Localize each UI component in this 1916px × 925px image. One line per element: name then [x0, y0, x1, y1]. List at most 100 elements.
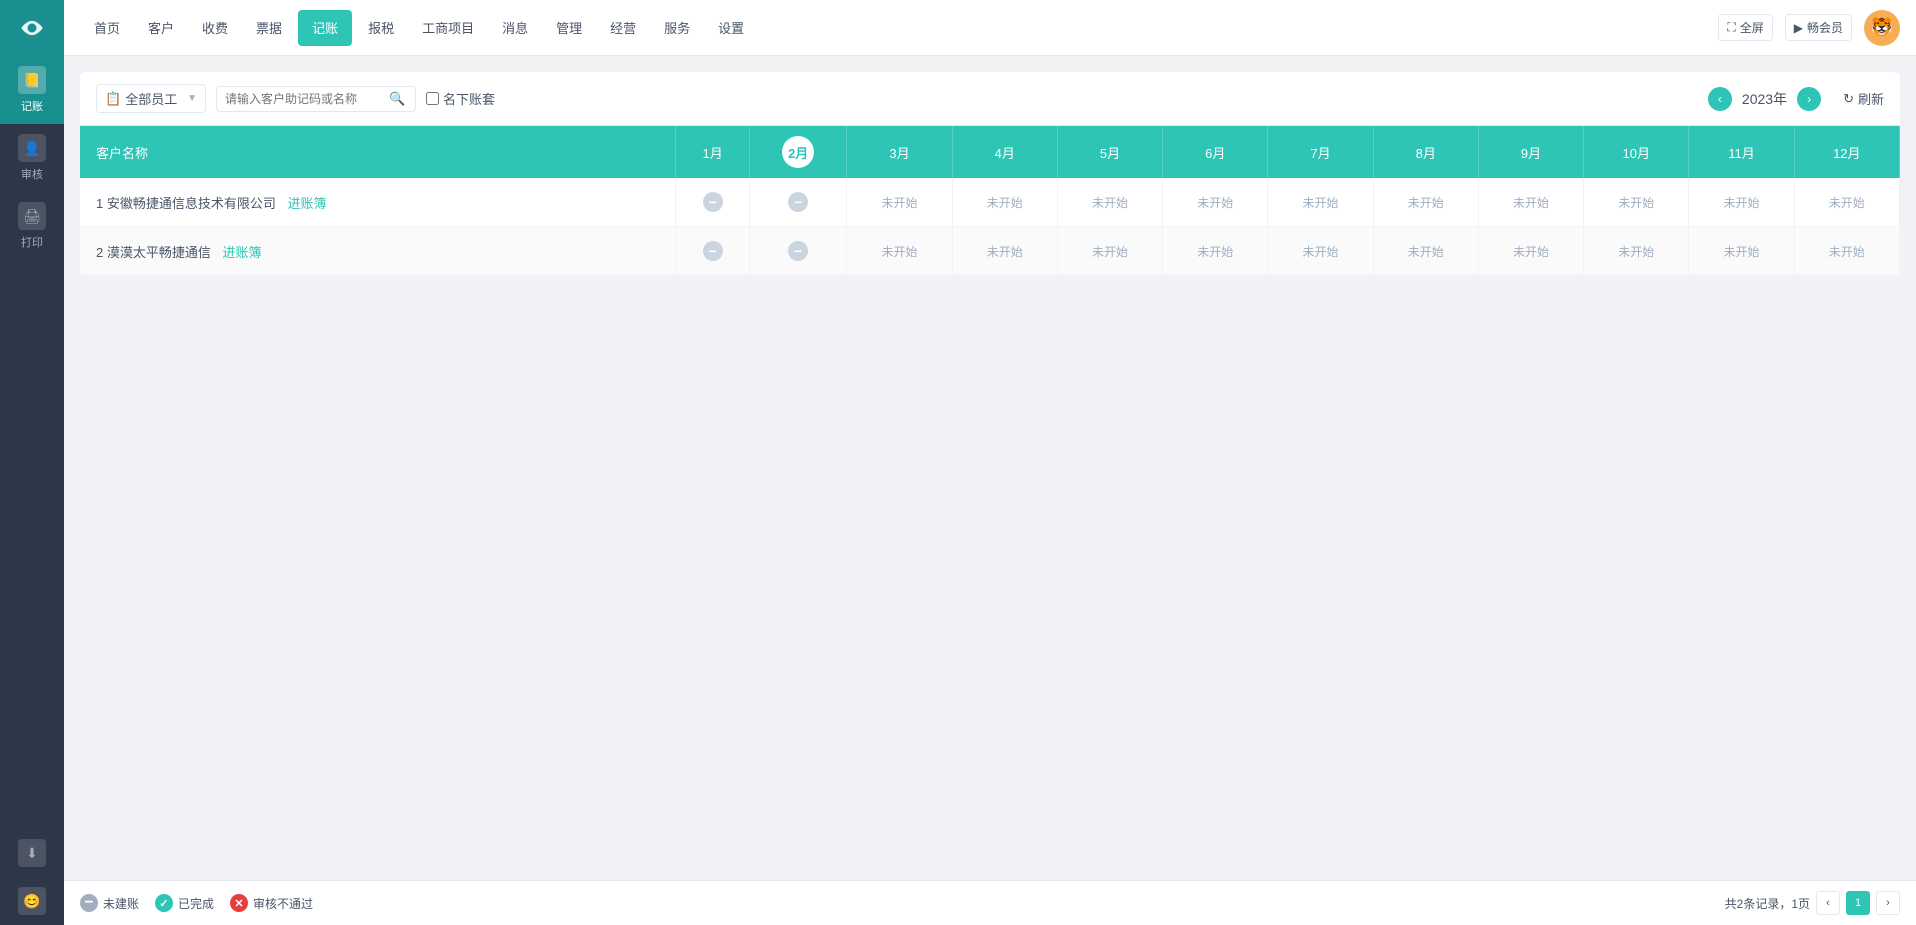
month-cell-10: 未开始	[1584, 178, 1689, 227]
nav-manage[interactable]: 管理	[542, 0, 596, 56]
legend-rejected: 审核不通过	[230, 894, 313, 912]
refresh-button[interactable]: ↻ 刷新	[1843, 89, 1884, 108]
nav-billing[interactable]: 收费	[188, 0, 242, 56]
col-dec: 12月	[1794, 126, 1899, 178]
nav-tax[interactable]: 报税	[354, 0, 408, 56]
month-cell-8: 未开始	[1373, 227, 1478, 276]
fullscreen-label: 全屏	[1740, 19, 1764, 36]
search-input[interactable]	[225, 92, 385, 106]
month-cell-10: 未开始	[1584, 227, 1689, 276]
month-cell-7: 未开始	[1268, 227, 1373, 276]
nav-home[interactable]: 首页	[80, 0, 134, 56]
col-nov: 11月	[1689, 126, 1794, 178]
prev-page-button[interactable]: ‹	[1816, 891, 1840, 915]
col-apr: 4月	[952, 126, 1057, 178]
col-may: 5月	[1057, 126, 1162, 178]
page-content: 📋 全部员工 ▼ 🔍 名下账套 ‹ 2023年 ›	[64, 56, 1916, 880]
month-cell-6: 未开始	[1163, 227, 1268, 276]
prev-year-button[interactable]: ‹	[1708, 87, 1732, 111]
sidebar-ledger-label: 记账	[21, 98, 43, 114]
sidebar: 📒 记账 👤 审核 🖨 打印 ⬇ 😊	[0, 0, 64, 925]
next-year-button[interactable]: ›	[1797, 87, 1821, 111]
month-cell-6: 未开始	[1163, 178, 1268, 227]
nav-service[interactable]: 服务	[650, 0, 704, 56]
status-not-started: 未开始	[1092, 245, 1128, 259]
ledger-icon: 📒	[18, 66, 46, 94]
sidebar-audit-label: 审核	[21, 166, 43, 182]
status-not-started: 未开始	[1408, 196, 1444, 210]
status-not-started: 未开始	[987, 245, 1023, 259]
top-navigation: 首页 客户 收费 票据 记账 报税 工商项目 消息 管理 经营 服务 设置 ⛶ …	[64, 0, 1916, 56]
month-cell-11: 未开始	[1689, 227, 1794, 276]
search-icon[interactable]: 🔍	[389, 91, 405, 107]
sidebar-item-support[interactable]: 😊	[0, 877, 64, 925]
month-cell-2: −	[750, 178, 847, 227]
avatar[interactable]: 🐯	[1864, 10, 1900, 46]
nav-customer[interactable]: 客户	[134, 0, 188, 56]
month-cell-11: 未开始	[1689, 178, 1794, 227]
nav-ledger[interactable]: 记账	[298, 10, 352, 46]
sidebar-item-ledger[interactable]: 📒 记账	[0, 56, 64, 124]
support-icon: 😊	[18, 887, 46, 915]
status-not-started: 未开始	[1092, 196, 1128, 210]
employee-filter[interactable]: 📋 全部员工 ▼	[96, 84, 206, 113]
nav-settings[interactable]: 设置	[704, 0, 758, 56]
status-not-started: 未开始	[1829, 196, 1865, 210]
employee-filter-text: 全部员工	[125, 89, 183, 108]
nav-operation[interactable]: 经营	[596, 0, 650, 56]
table-row: 1 安徽畅捷通信息技术有限公司 进账簿 − − 未开始 未开始 未开始 未开始 未开始 未开始 未…	[80, 178, 1900, 227]
status-not-started: 未开始	[1302, 196, 1338, 210]
status-not-started: 未开始	[1302, 245, 1338, 259]
app-logo	[0, 0, 64, 56]
status-not-started: 未开始	[881, 196, 917, 210]
fullscreen-button[interactable]: ⛶ 全屏	[1718, 14, 1772, 41]
month-cell-9: 未开始	[1478, 227, 1583, 276]
nav-bizproject[interactable]: 工商项目	[408, 0, 488, 56]
audit-icon: 👤	[18, 134, 46, 162]
col-jul: 7月	[1268, 126, 1373, 178]
status-dash-icon: −	[788, 241, 808, 261]
month-cell-8: 未开始	[1373, 178, 1478, 227]
month-cell-5: 未开始	[1057, 227, 1162, 276]
sidebar-print-label: 打印	[21, 234, 43, 250]
entry-link[interactable]: 进账簿	[222, 245, 261, 260]
member-label: 畅会员	[1807, 19, 1843, 36]
month-cell-1: −	[676, 227, 750, 276]
month-cell-12: 未开始	[1794, 227, 1899, 276]
status-dash-icon: −	[703, 192, 723, 212]
sidebar-item-audit[interactable]: 👤 审核	[0, 124, 64, 192]
status-not-started: 未开始	[987, 196, 1023, 210]
my-accounts-checkbox[interactable]	[426, 92, 439, 105]
month-cell-9: 未开始	[1478, 178, 1583, 227]
status-not-started: 未开始	[1197, 245, 1233, 259]
year-navigator: ‹ 2023年 ›	[1708, 87, 1821, 111]
page-1-button[interactable]: 1	[1846, 891, 1870, 915]
table-row: 2 漠漠太平畅捷通信 进账簿−−未开始未开始未开始未开始未开始未开始未开始未开始…	[80, 227, 1900, 276]
status-not-started: 未开始	[1618, 196, 1654, 210]
nav-message[interactable]: 消息	[488, 0, 542, 56]
row-index: 2 漠漠太平畅捷通信	[96, 245, 211, 260]
month-cell-3: 未开始	[847, 178, 952, 227]
sidebar-item-download[interactable]: ⬇	[0, 829, 64, 877]
client-cell: 1 安徽畅捷通信息技术有限公司 进账簿	[80, 178, 676, 227]
play-icon: ▶	[1794, 21, 1803, 35]
status-not-started: 未开始	[1723, 196, 1759, 210]
col-jun: 6月	[1163, 126, 1268, 178]
col-client-name: 客户名称	[80, 126, 676, 178]
status-dash-icon: −	[703, 241, 723, 261]
col-aug: 8月	[1373, 126, 1478, 178]
entry-link[interactable]: 进账簿	[287, 196, 326, 211]
status-not-started: 未开始	[1829, 245, 1865, 259]
search-box: 🔍	[216, 86, 416, 112]
nav-invoice[interactable]: 票据	[242, 0, 296, 56]
print-icon: 🖨	[18, 202, 46, 230]
member-button[interactable]: ▶ 畅会员	[1785, 14, 1852, 41]
rejected-label: 审核不通过	[253, 895, 313, 912]
main-content: 首页 客户 收费 票据 记账 报税 工商项目 消息 管理 经营 服务 设置 ⛶ …	[64, 0, 1916, 925]
next-page-button[interactable]: ›	[1876, 891, 1900, 915]
sidebar-item-print[interactable]: 🖨 打印	[0, 192, 64, 260]
fullscreen-icon: ⛶	[1727, 20, 1735, 35]
my-accounts-filter[interactable]: 名下账套	[426, 89, 495, 108]
page-footer: − 未建账 已完成 审核不通过 共2条记录，1页 ‹ 1 ›	[64, 880, 1916, 925]
month-cell-12: 未开始	[1794, 178, 1899, 227]
